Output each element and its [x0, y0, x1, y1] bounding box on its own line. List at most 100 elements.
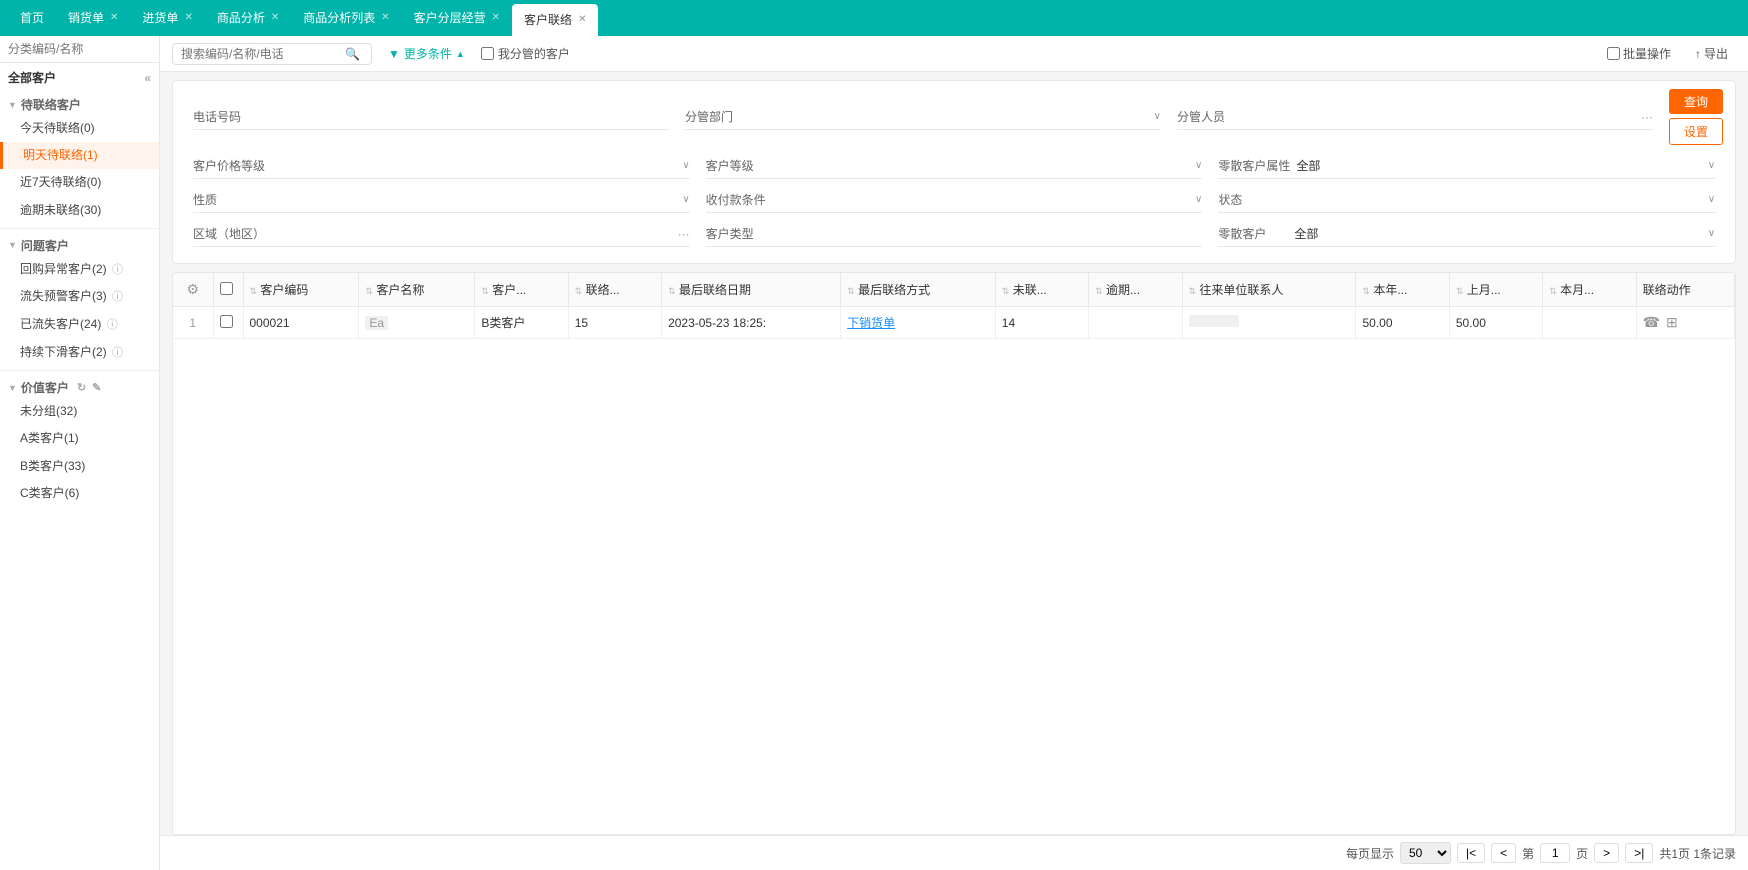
col-settings[interactable]: ⚙ [173, 273, 213, 307]
refresh-icon[interactable]: ↻ [77, 381, 86, 394]
close-icon[interactable]: ✕ [381, 0, 389, 36]
row-last-month: 50.00 [1449, 307, 1542, 339]
dept-select[interactable]: ∨ [761, 111, 1161, 122]
per-page-label: 每页显示 [1346, 845, 1394, 862]
phone-input[interactable] [269, 110, 669, 124]
sidebar-item-churn-warning[interactable]: 流失预警客户(3) ⓘ [0, 283, 159, 311]
nav-sales-order[interactable]: 销货单 ✕ [56, 0, 130, 36]
batch-action-btn[interactable]: 批量操作 [1599, 42, 1679, 65]
page-input[interactable] [1540, 843, 1570, 863]
first-page-btn[interactable]: |< [1457, 843, 1485, 863]
nav-purchase-order[interactable]: 进货单 ✕ [130, 0, 204, 36]
reset-btn[interactable]: 设置 [1669, 118, 1723, 145]
sidebar-search-box[interactable]: 🔍 [0, 36, 159, 63]
per-page-select[interactable]: 50 100 200 [1400, 842, 1451, 864]
my-customers-checkbox-label[interactable]: 我分管的客户 [481, 45, 570, 62]
last-page-btn[interactable]: >| [1625, 843, 1653, 863]
query-btn[interactable]: 查询 [1669, 89, 1723, 114]
sort-icon[interactable]: ⇅ [1002, 286, 1010, 296]
problem-customers-group: 问题客户 [0, 233, 159, 256]
grid-icon[interactable]: ⊞ [1666, 314, 1678, 331]
col-contact-count: ⇅ 联络... [568, 273, 661, 307]
sort-icon[interactable]: ⇅ [1549, 286, 1557, 296]
sidebar-item-repurchase-abnormal[interactable]: 回购异常客户(2) ⓘ [0, 256, 159, 284]
search-icon[interactable]: 🔍 [345, 47, 360, 61]
content-area: 🔍 ▼ 更多条件 ▲ 我分管的客户 批量操作 ↑ 导出 [160, 36, 1748, 870]
footer: 每页显示 50 100 200 |< < 第 页 > >| 共1页 1条记录 [160, 835, 1748, 870]
all-customers-label: 全部客户 [8, 69, 56, 86]
nav-customer-contact[interactable]: 客户联络 ✕ [512, 4, 598, 36]
all-customers-title[interactable]: 全部客户 « [0, 63, 159, 92]
page-label: 第 [1522, 845, 1534, 862]
sidebar-item-declining[interactable]: 持续下滑客户(2) ⓘ [0, 339, 159, 367]
sort-icon[interactable]: ⇅ [1095, 286, 1103, 296]
col-code: ⇅ 客户编码 [243, 273, 359, 307]
export-btn[interactable]: ↑ 导出 [1687, 42, 1736, 65]
nav-product-analysis[interactable]: 商品分析 ✕ [205, 0, 291, 36]
sort-icon[interactable]: ⇅ [847, 286, 855, 296]
chevron-down-icon: ∨ [682, 194, 689, 205]
nature-select[interactable]: ∨ [269, 194, 690, 205]
batch-checkbox[interactable] [1607, 47, 1620, 60]
col-no-contact-days: ⇅ 未联... [995, 273, 1088, 307]
col-year-amount: ⇅ 本年... [1356, 273, 1449, 307]
close-icon[interactable]: ✕ [271, 0, 279, 36]
sidebar-item-overdue-contact[interactable]: 逾期未联络(30) [0, 197, 159, 224]
region-select[interactable]: ··· [271, 227, 690, 241]
sort-icon[interactable]: ⇅ [481, 286, 489, 296]
sidebar-item-tomorrow-contact[interactable]: 明天待联络(1) [0, 142, 159, 169]
col-overdue: ⇅ 逾期... [1089, 273, 1182, 307]
sidebar-item-unclassified[interactable]: 未分组(32) [0, 398, 159, 425]
my-customers-checkbox[interactable] [481, 47, 494, 60]
search-input[interactable] [181, 47, 341, 61]
next-page-btn[interactable]: > [1594, 843, 1619, 863]
chevron-down-icon: ∨ [1154, 111, 1161, 122]
status-select[interactable]: ∨ [1294, 194, 1715, 205]
sidebar-item-b-type[interactable]: B类客户(33) [0, 453, 159, 480]
page-unit: 页 [1576, 845, 1588, 862]
manager-select[interactable]: ··· [1253, 110, 1653, 124]
sidebar-search-input[interactable] [8, 42, 160, 56]
sort-icon[interactable]: ⇅ [575, 286, 583, 296]
close-icon[interactable]: ✕ [492, 0, 500, 36]
nav-customer-tier[interactable]: 客户分层经营 ✕ [402, 0, 512, 36]
more-conditions-btn[interactable]: ▼ 更多条件 ▲ [380, 42, 473, 65]
retail-attr-select[interactable]: 全部 ∨ [1296, 157, 1715, 174]
sort-icon[interactable]: ⇅ [1456, 286, 1464, 296]
row-select-checkbox[interactable] [220, 315, 233, 328]
customer-grade-select[interactable]: ∨ [271, 160, 690, 171]
edit-icon[interactable]: ✎ [92, 381, 101, 394]
retail-customer-select[interactable]: 全部 ∨ [1294, 225, 1715, 242]
sort-icon[interactable]: ⇅ [365, 286, 373, 296]
sidebar-item-churned[interactable]: 已流失客户(24) ⓘ [0, 311, 159, 339]
close-icon[interactable]: ✕ [578, 4, 586, 36]
phone-icon[interactable]: ☎ [1643, 314, 1660, 331]
select-all-checkbox[interactable] [220, 282, 233, 295]
col-last-contact-method: ⇅ 最后联络方式 [841, 273, 996, 307]
sort-icon[interactable]: ⇅ [1362, 286, 1370, 296]
more-icon[interactable]: ··· [1641, 110, 1653, 124]
close-icon[interactable]: ✕ [110, 0, 118, 36]
sort-icon[interactable]: ⇅ [668, 286, 676, 296]
more-icon[interactable]: ··· [678, 227, 690, 241]
sort-icon[interactable]: ⇅ [1189, 286, 1197, 296]
chevron-down-icon: ∨ [1708, 160, 1715, 171]
col-checkbox[interactable] [213, 273, 243, 307]
settings-icon[interactable]: ⚙ [186, 281, 199, 297]
nav-home[interactable]: 首页 [8, 0, 56, 36]
search-box[interactable]: 🔍 [172, 43, 372, 65]
col-action: 联络动作 [1636, 273, 1734, 307]
customer-level-select[interactable]: ∨ [782, 160, 1203, 171]
close-icon[interactable]: ✕ [184, 0, 192, 36]
sidebar-item-7days-contact[interactable]: 近7天待联络(0) [0, 169, 159, 196]
sidebar-item-c-type[interactable]: C类客户(6) [0, 480, 159, 507]
sidebar-item-today-contact[interactable]: 今天待联络(0) [0, 115, 159, 142]
sort-icon[interactable]: ⇅ [250, 286, 258, 296]
payment-select[interactable]: ∨ [782, 194, 1203, 205]
row-last-contact-method[interactable]: 下销货单 [841, 307, 996, 339]
row-checkbox[interactable] [213, 307, 243, 339]
collapse-icon[interactable]: « [144, 71, 151, 85]
prev-page-btn[interactable]: < [1491, 843, 1516, 863]
nav-product-analysis-list[interactable]: 商品分析列表 ✕ [291, 0, 401, 36]
sidebar-item-a-type[interactable]: A类客户(1) [0, 425, 159, 452]
